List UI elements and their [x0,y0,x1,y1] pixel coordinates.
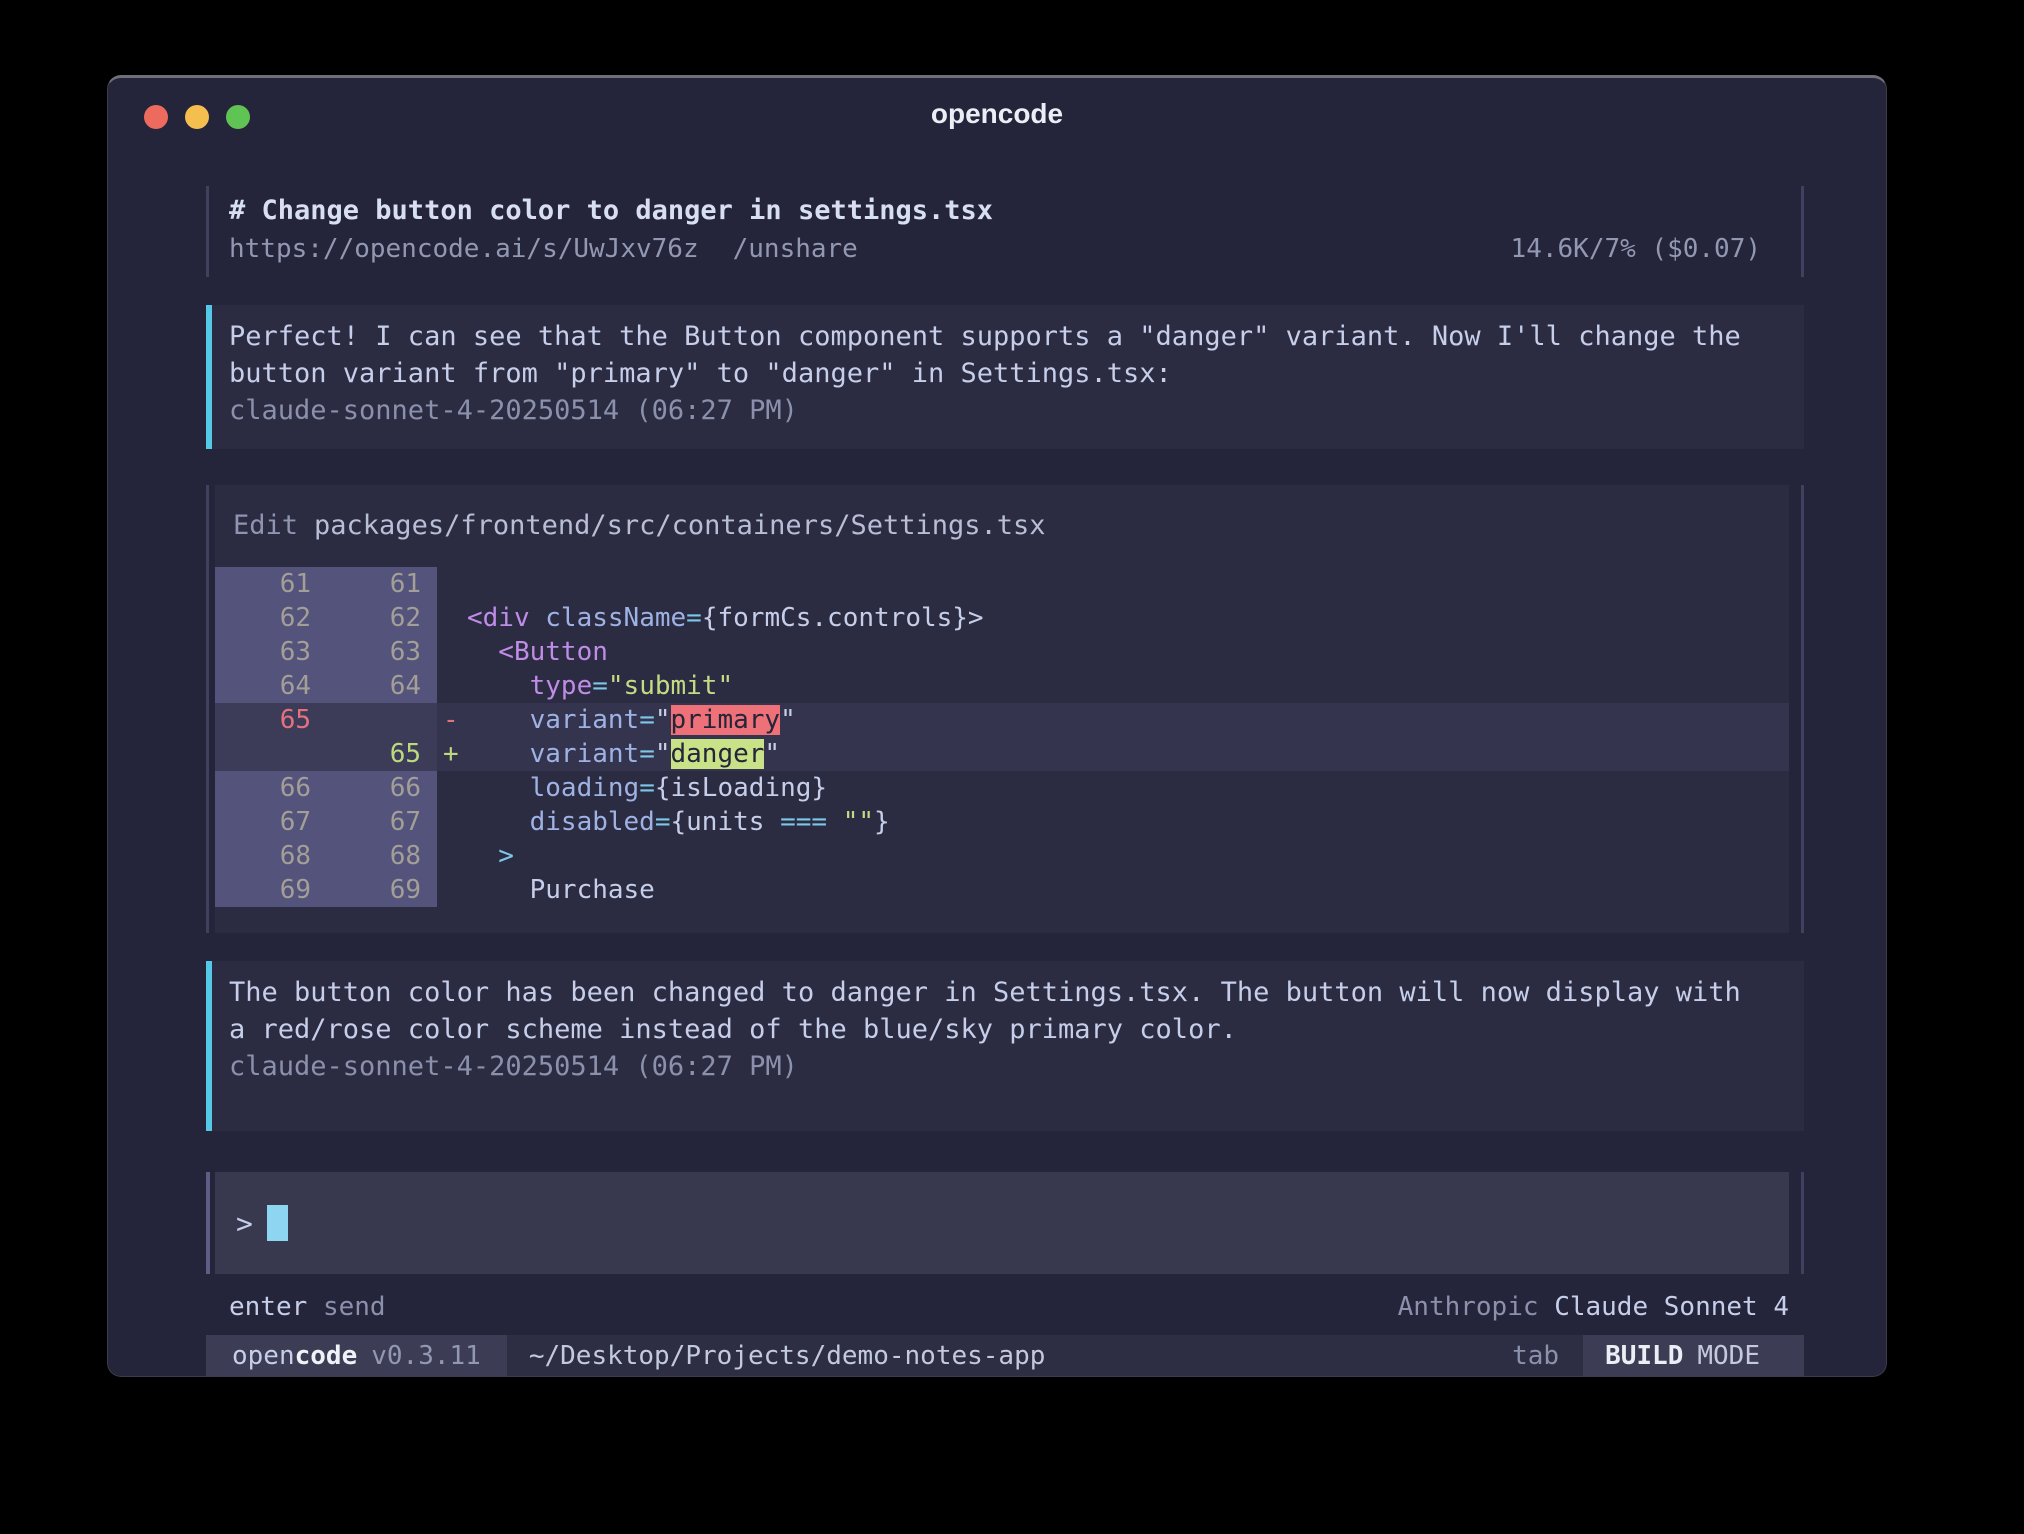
message-model-timestamp: claude-sonnet-4-20250514 (06:27 PM) [229,392,1774,429]
titlebar: opencode [108,78,1886,146]
hint-action: send [323,1292,386,1322]
assistant-message: The button color has been changed to dan… [206,961,1804,1131]
session-header: # Change button color to danger in setti… [206,186,1804,277]
mode-build-label: BUILD [1605,1341,1683,1371]
message-line: a red/rose color scheme instead of the b… [229,1011,1774,1048]
mode-mode-label: MODE [1697,1341,1760,1371]
message-line: button variant from "primary" to "danger… [229,355,1774,392]
diff-table: 61616262<div className={formCs.controls}… [215,567,1789,907]
diff-row: 6666 loading={isLoading} [215,771,1789,805]
working-directory: ~/Desktop/Projects/demo-notes-app [507,1335,1068,1376]
app-version-segment: opencode v0.3.11 [206,1335,507,1376]
app-name-open: open [232,1341,295,1371]
assistant-message: Perfect! I can see that the Button compo… [206,305,1804,449]
edit-action-label: Edit [233,510,298,541]
diff-row: 6767 disabled={units === ""} [215,805,1789,839]
mode-switch-key: tab [1488,1335,1583,1376]
status-bar: opencode v0.3.11 ~/Desktop/Projects/demo-… [206,1335,1804,1376]
model-provider: Anthropic [1398,1292,1539,1322]
diff-row: 6161 [215,567,1789,601]
close-button[interactable] [144,105,168,129]
mode-segment: BUILD MODE [1583,1335,1804,1376]
text-cursor [267,1205,288,1241]
main-content: # Change button color to danger in setti… [108,146,1886,1376]
edit-file-path: packages/frontend/src/containers/Setting… [314,510,1046,541]
window-title: opencode [108,78,1886,148]
edit-tool-block: Edit packages/frontend/src/containers/Set… [206,485,1804,933]
model-name: Claude Sonnet 4 [1554,1292,1789,1322]
diff-row: 6868 > [215,839,1789,873]
session-title: # Change button color to danger in setti… [229,191,1761,231]
prompt-input-wrap: > [206,1172,1804,1274]
diff-row: 65+ variant="danger" [215,737,1789,771]
diff-row: 65- variant="primary" [215,703,1789,737]
message-line: Perfect! I can see that the Button compo… [229,318,1774,355]
share-url: https://opencode.ai/s/UwJxv76z [229,231,699,267]
diff-row: 6969 Purchase [215,873,1789,907]
token-cost-stats: 14.6K/7% ($0.07) [1511,231,1761,267]
prompt-symbol: > [236,1207,253,1240]
edit-header: Edit packages/frontend/src/containers/Set… [215,509,1789,567]
traffic-lights [144,105,250,129]
message-model-timestamp: claude-sonnet-4-20250514 (06:27 PM) [229,1048,1774,1085]
hint-key: enter [229,1292,307,1322]
zoom-button[interactable] [226,105,250,129]
app-version: v0.3.11 [371,1341,481,1371]
diff-row: 6262<div className={formCs.controls}> [215,601,1789,635]
app-name-code: code [295,1341,358,1371]
minimize-button[interactable] [185,105,209,129]
diff-row: 6464 type="submit" [215,669,1789,703]
message-line: The button color has been changed to dan… [229,974,1774,1011]
prompt-input[interactable]: > [215,1172,1789,1274]
app-window: opencode # Change button color to danger… [107,75,1887,1377]
diff-row: 6363 <Button [215,635,1789,669]
hints-row: enter send Anthropic Claude Sonnet 4 [206,1290,1804,1324]
unshare-command[interactable]: /unshare [733,231,858,267]
